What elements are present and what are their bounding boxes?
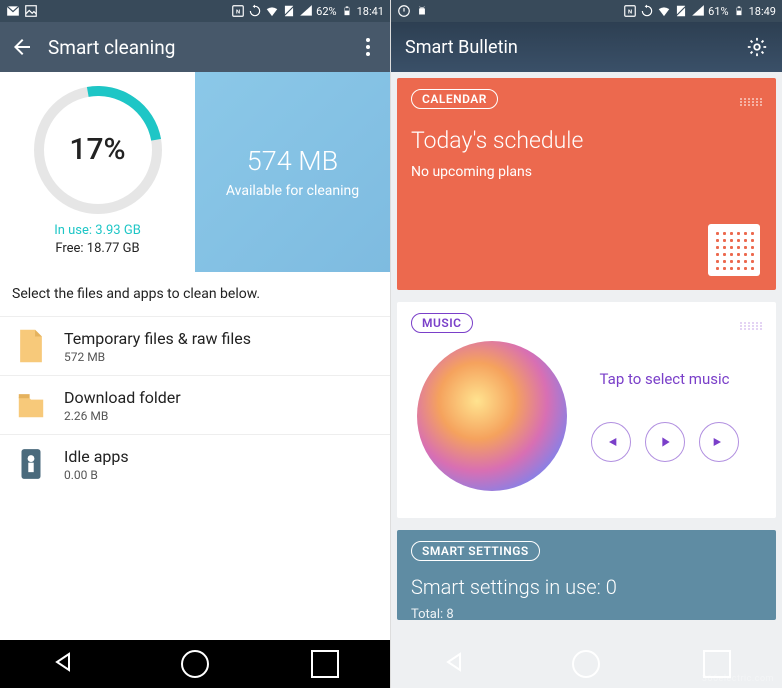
battery-icon — [340, 4, 354, 18]
battery-percent: 62% — [316, 5, 336, 18]
nav-recent-button[interactable] — [703, 650, 731, 678]
calendar-title: Today's schedule — [411, 127, 762, 154]
item-title: Idle apps — [64, 447, 129, 466]
sync-icon — [640, 4, 654, 18]
free-label: Free: 18.77 GB — [54, 240, 141, 258]
clock: 18:49 — [749, 5, 776, 18]
page-title: Smart cleaning — [48, 36, 356, 59]
clock: 18:41 — [357, 5, 384, 18]
album-art[interactable] — [417, 341, 567, 491]
play-button[interactable] — [645, 422, 685, 462]
settings-button[interactable] — [746, 36, 768, 58]
nav-bar — [0, 640, 390, 688]
svg-text:N: N — [236, 9, 240, 15]
back-button[interactable] — [10, 35, 34, 59]
image-icon — [24, 4, 38, 18]
battery-icon — [732, 4, 746, 18]
smart-bulletin-screen: N 61% 18:49 Smart Bulletin CALENDAR Toda… — [391, 0, 782, 688]
available-panel[interactable]: 574 MB Available for cleaning — [195, 72, 390, 272]
nav-home-button[interactable] — [181, 650, 209, 678]
drag-handle-icon[interactable] — [740, 92, 762, 102]
wifi-icon — [265, 4, 279, 18]
nfc-icon: N — [623, 4, 637, 18]
data-icon — [674, 4, 688, 18]
status-bar: N 62% 18:41 — [0, 0, 390, 22]
list-item-temp-files[interactable]: Temporary files & raw files 572 MB — [0, 316, 390, 375]
calendar-card[interactable]: CALENDAR Today's schedule No upcoming pl… — [397, 78, 776, 290]
idle-app-icon — [14, 445, 48, 483]
cleanable-list: Temporary files & raw files 572 MB Downl… — [0, 316, 390, 493]
available-size: 574 MB — [247, 145, 338, 177]
prev-track-button[interactable] — [591, 422, 631, 462]
item-title: Temporary files & raw files — [64, 329, 251, 348]
calendar-icon — [708, 224, 760, 276]
usage-percent: 17% — [34, 86, 162, 214]
list-item-download-folder[interactable]: Download folder 2.26 MB — [0, 375, 390, 434]
battery-percent: 61% — [708, 5, 728, 18]
tap-to-select[interactable]: Tap to select music — [600, 370, 730, 388]
available-label: Available for cleaning — [226, 183, 359, 199]
signal-icon — [691, 4, 705, 18]
smart-settings-line: Smart settings in use: 0 — [411, 575, 762, 599]
android-icon — [415, 4, 429, 18]
nav-recent-button[interactable] — [311, 650, 339, 678]
drag-handle-icon[interactable] — [740, 316, 762, 326]
signal-icon — [299, 4, 313, 18]
file-icon — [14, 327, 48, 365]
music-notif-icon — [397, 4, 411, 18]
in-use-label: In use: 3.93 GB — [54, 222, 141, 240]
calendar-subtitle: No upcoming plans — [411, 164, 762, 180]
storage-chart: 17% In use: 3.93 GB Free: 18.77 GB — [0, 72, 195, 272]
calendar-chip: CALENDAR — [411, 89, 498, 109]
item-title: Download folder — [64, 388, 181, 407]
smart-settings-chip: SMART SETTINGS — [411, 541, 540, 561]
nfc-icon: N — [231, 4, 245, 18]
item-size: 0.00 B — [64, 468, 129, 482]
smart-cleaning-screen: N 62% 18:41 Smart cleaning 17% In use: 3… — [0, 0, 391, 688]
instruction-text: Select the files and apps to clean below… — [0, 272, 390, 316]
overflow-menu-button[interactable] — [356, 35, 380, 59]
music-card: MUSIC Tap to select music — [397, 302, 776, 518]
bulletin-title: Smart Bulletin — [405, 37, 518, 58]
nav-back-button[interactable] — [51, 650, 79, 678]
nav-back-button[interactable] — [442, 650, 470, 678]
music-chip: MUSIC — [411, 313, 473, 333]
usage-donut: 17% — [34, 86, 162, 214]
item-size: 2.26 MB — [64, 409, 181, 423]
gmail-icon — [6, 4, 20, 18]
sync-icon — [248, 4, 262, 18]
next-track-button[interactable] — [699, 422, 739, 462]
bulletin-header: Smart Bulletin — [391, 22, 782, 72]
app-bar: Smart cleaning — [0, 22, 390, 72]
smart-settings-card[interactable]: SMART SETTINGS Smart settings in use: 0 … — [397, 530, 776, 620]
item-size: 572 MB — [64, 350, 251, 364]
folder-icon — [14, 386, 48, 424]
storage-summary: 17% In use: 3.93 GB Free: 18.77 GB 574 M… — [0, 72, 390, 272]
list-item-idle-apps[interactable]: Idle apps 0.00 B — [0, 434, 390, 493]
status-bar: N 61% 18:49 — [391, 0, 782, 22]
data-icon — [282, 4, 296, 18]
svg-text:N: N — [628, 9, 632, 15]
wifi-icon — [657, 4, 671, 18]
smart-settings-total: Total: 8 — [411, 607, 762, 622]
